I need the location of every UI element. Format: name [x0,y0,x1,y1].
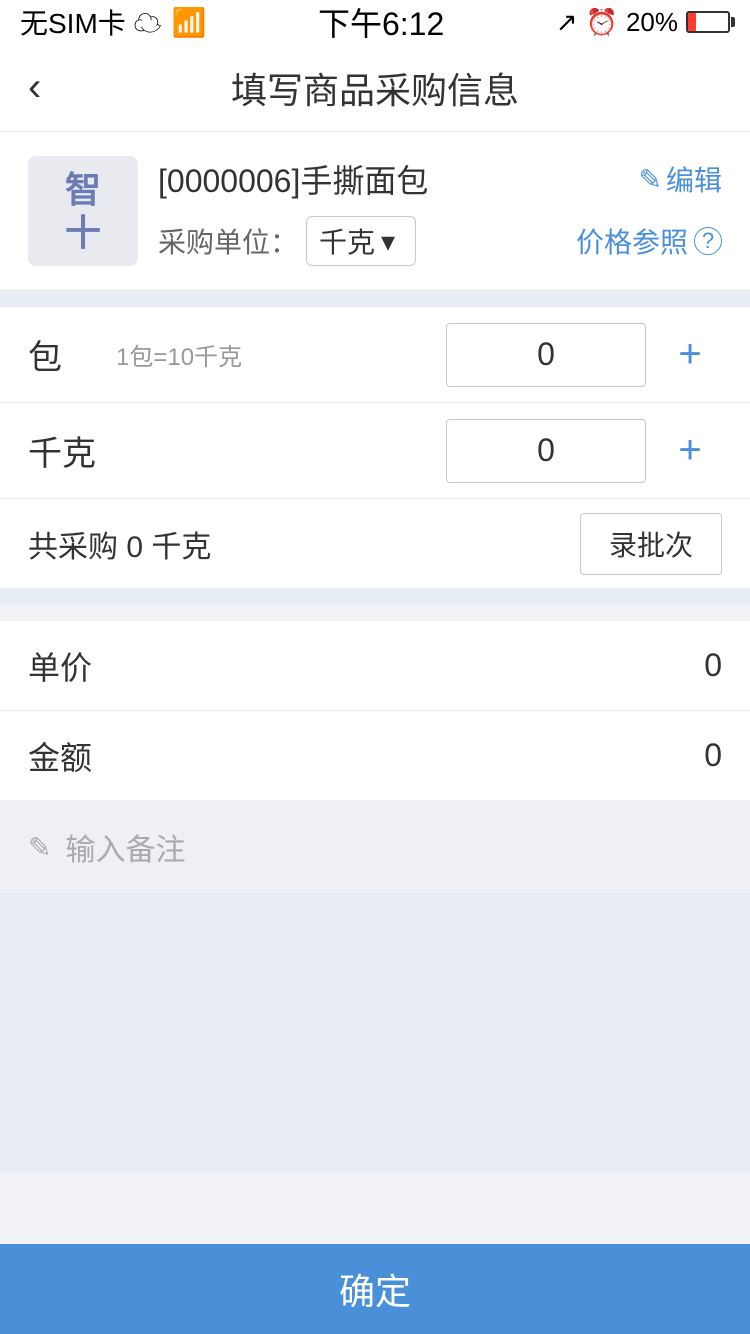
price-info-section: 单价 0 金额 0 [0,621,750,801]
quantity-row-bag: 包 1包=10千克 0 + [0,307,750,403]
total-row: 共采购 0 千克 录批次 [0,499,750,589]
product-card: 智 十 [0000006]手撕面包 ✎ 编辑 采购单位： 千克 ▾ 价格参照 [0,132,750,291]
nav-bar: ‹ 填写商品采购信息 [0,44,750,132]
record-batch-button[interactable]: 录批次 [580,513,722,575]
plus-button-kg[interactable]: + [658,419,722,483]
quantity-input-wrap-kg: 0 + [108,419,722,483]
quantity-input-kg[interactable]: 0 [446,419,646,483]
product-info: [0000006]手撕面包 ✎ 编辑 采购单位： 千克 ▾ 价格参照 ? [158,156,722,266]
unit-price-value: 0 [704,647,722,684]
product-name-row: [0000006]手撕面包 ✎ 编辑 [158,156,722,202]
back-button[interactable]: ‹ [28,65,41,110]
total-label: 共采购 0 千克 [28,522,211,566]
status-right: ↗ ⏰ 20% [556,7,730,38]
quantity-label-bag: 包 [28,330,108,379]
page-title: 填写商品采购信息 [231,62,519,114]
quantity-input-bag[interactable]: 0 [446,323,646,387]
battery-icon [686,11,730,33]
quantity-section: 包 1包=10千克 0 + 千克 0 + [0,307,750,499]
edit-button[interactable]: ✎ 编辑 [639,159,722,199]
product-logo: 智 十 [65,168,101,254]
question-icon: ? [694,227,722,255]
content-area [0,893,750,1173]
product-thumbnail: 智 十 [28,156,138,266]
divider-2 [0,589,750,605]
unit-price-label: 单价 [28,643,92,689]
wifi-icon: 📶 [172,6,207,39]
amount-value: 0 [704,737,722,774]
unit-dropdown[interactable]: 千克 ▾ [306,216,416,266]
status-bar: 无SIM卡 ☁ 📶 下午6:12 ↗ ⏰ 20% [0,0,750,44]
confirm-button[interactable]: 确定 [0,1244,750,1334]
divider-1 [0,291,750,307]
plus-button-bag[interactable]: + [658,323,722,387]
unit-price-row: 单价 0 [0,621,750,711]
remark-placeholder: 输入备注 [65,825,185,869]
product-name: [0000006]手撕面包 [158,156,428,202]
quantity-sublabel-bag: 1包=10千克 [116,337,242,372]
status-time: 下午6:12 [318,0,444,45]
quantity-row-kg: 千克 0 + [0,403,750,499]
unit-selector-row: 采购单位： 千克 ▾ [158,216,416,266]
quantity-input-wrap-bag: 0 + [242,323,722,387]
battery-fill [688,13,696,31]
battery-percent: 20% [626,7,678,38]
sim-label: 无SIM卡 ☁ [20,2,162,42]
location-icon: ↗ [556,7,578,38]
quantity-label-kg: 千克 [28,426,108,475]
remark-section[interactable]: ✎ 输入备注 [0,801,750,893]
status-left: 无SIM卡 ☁ 📶 [20,2,206,42]
amount-row: 金额 0 [0,711,750,801]
price-ref-button[interactable]: 价格参照 ? [576,221,722,261]
pencil-icon: ✎ [28,831,51,864]
unit-label: 采购单位： [158,221,298,261]
product-unit-row: 采购单位： 千克 ▾ 价格参照 ? [158,216,722,266]
alarm-icon: ⏰ [586,7,618,38]
chevron-down-icon: ▾ [381,225,395,258]
amount-label: 金额 [28,733,92,779]
